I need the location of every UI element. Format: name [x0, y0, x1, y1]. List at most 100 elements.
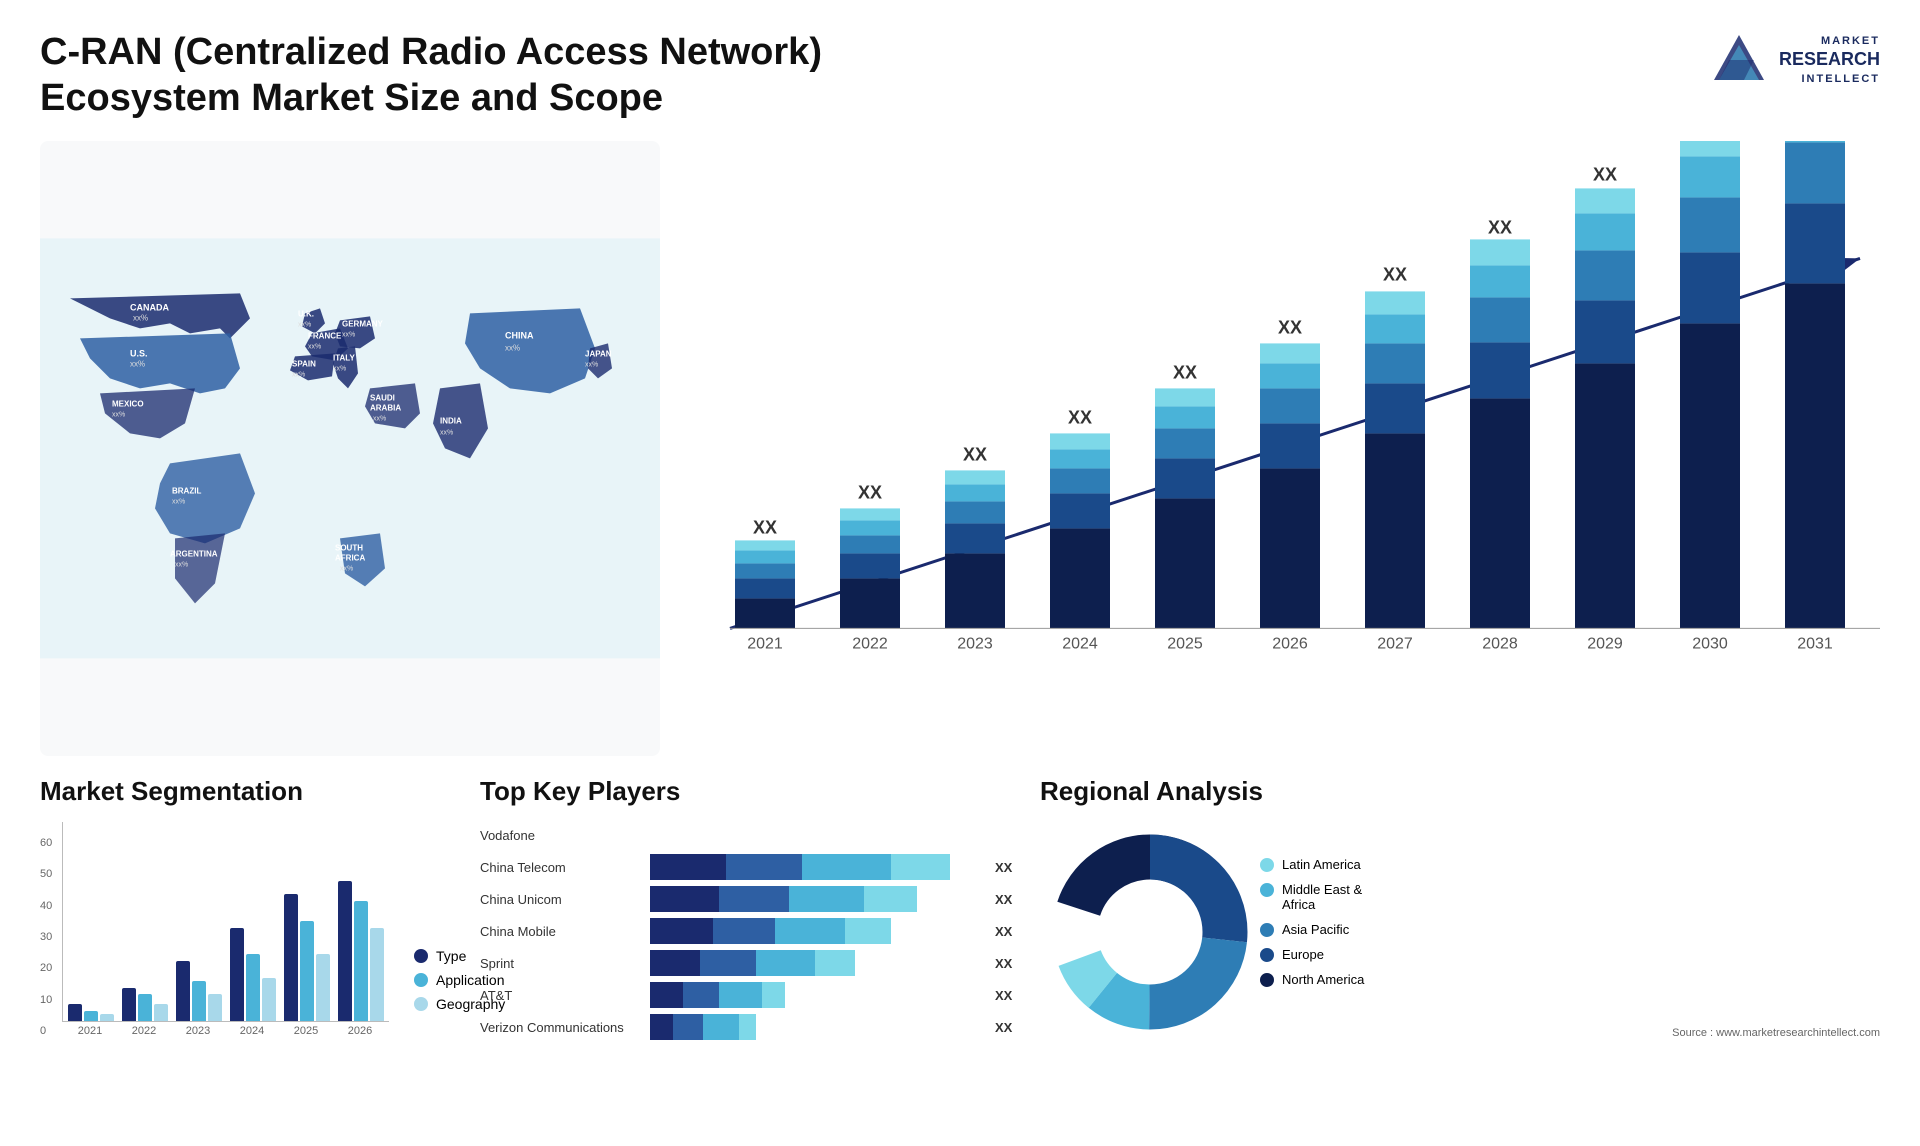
svg-text:2021: 2021 — [747, 636, 783, 653]
legend-asia-pacific: Asia Pacific — [1260, 922, 1364, 937]
bar-type-2021 — [68, 1004, 82, 1021]
logo-text: MARKET RESEARCH INTELLECT — [1779, 34, 1880, 86]
bar-seg4 — [762, 982, 785, 1008]
label-north-america: North America — [1282, 972, 1364, 987]
y-axis: 0 10 20 30 40 50 60 — [40, 837, 62, 1037]
bar-group-2025 — [284, 894, 330, 1021]
svg-text:xx%: xx% — [130, 360, 145, 369]
player-value-china-unicom: XX — [995, 892, 1020, 907]
bar-seg1 — [650, 854, 726, 880]
svg-text:ARGENTINA: ARGENTINA — [170, 550, 218, 559]
bar-seg2 — [683, 982, 719, 1008]
bar-seg2 — [719, 886, 788, 912]
donut-chart — [1040, 822, 1240, 1022]
svg-text:ARABIA: ARABIA — [370, 404, 401, 413]
bar-seg3 — [802, 854, 891, 880]
svg-text:2031: 2031 — [1797, 636, 1833, 653]
bar-seg4 — [864, 886, 917, 912]
bar-seg4 — [891, 854, 950, 880]
player-row-verizon: Verizon Communications XX — [480, 1014, 1020, 1040]
regional-section: Regional Analysis — [1040, 776, 1880, 1116]
svg-text:SPAIN: SPAIN — [292, 360, 316, 369]
svg-text:CHINA: CHINA — [505, 331, 534, 341]
legend-north-america: North America — [1260, 972, 1364, 987]
svg-text:2030: 2030 — [1692, 636, 1728, 653]
legend-middle-east-africa: Middle East &Africa — [1260, 882, 1364, 912]
legend-dot-geography — [414, 997, 428, 1011]
dot-middle-east-africa — [1260, 883, 1274, 897]
svg-text:XX: XX — [1173, 363, 1197, 383]
svg-text:2026: 2026 — [1272, 636, 1308, 653]
svg-text:xx%: xx% — [292, 372, 305, 379]
key-players-section: Top Key Players Vodafone China Telecom — [480, 776, 1020, 1116]
svg-text:AFRICA: AFRICA — [335, 554, 365, 563]
player-name-att: AT&T — [480, 988, 640, 1003]
svg-text:2029: 2029 — [1587, 636, 1623, 653]
svg-text:xx%: xx% — [333, 366, 346, 373]
key-players-title: Top Key Players — [480, 776, 1020, 807]
bar-app-2024 — [246, 954, 260, 1021]
world-map-svg: CANADA xx% U.S. xx% MEXICO xx% BRAZIL xx… — [40, 141, 660, 756]
svg-text:XX: XX — [1278, 318, 1302, 338]
svg-text:xx%: xx% — [298, 322, 311, 329]
bar-seg4 — [739, 1014, 756, 1040]
player-bar-vodafone — [650, 822, 980, 848]
bar-app-2022 — [138, 994, 152, 1021]
bar-type-2025 — [284, 894, 298, 1021]
legend-dot-type — [414, 949, 428, 963]
y-label-20: 20 — [40, 962, 57, 974]
label-europe: Europe — [1282, 947, 1324, 962]
svg-text:XX: XX — [1068, 408, 1092, 428]
player-bar-china-mobile — [650, 918, 980, 944]
svg-text:2024: 2024 — [1062, 636, 1098, 653]
svg-text:xx%: xx% — [440, 430, 453, 437]
bar-seg2 — [700, 950, 756, 976]
player-value-att: XX — [995, 988, 1020, 1003]
y-label-50: 50 — [40, 868, 57, 880]
growth-chart-section: XX XX XX XX — [680, 141, 1880, 756]
donut-svg — [1040, 822, 1260, 1042]
bar-geo-2026 — [370, 928, 384, 1021]
bar-seg1 — [650, 918, 713, 944]
player-row-china-telecom: China Telecom XX — [480, 854, 1020, 880]
svg-text:xx%: xx% — [172, 499, 185, 506]
svg-text:2025: 2025 — [1167, 636, 1203, 653]
bar-group-2021 — [68, 1004, 114, 1021]
svg-text:xx%: xx% — [373, 416, 386, 423]
player-bar-att — [650, 982, 980, 1008]
x-label-2024: 2024 — [229, 1025, 275, 1037]
bar-seg1 — [650, 1014, 673, 1040]
y-label-30: 30 — [40, 931, 57, 943]
regional-legend: Latin America Middle East &Africa Asia P… — [1260, 857, 1364, 987]
logo-area: MARKET RESEARCH INTELLECT — [1709, 30, 1880, 90]
bar-seg1 — [650, 950, 700, 976]
legend-dot-application — [414, 973, 428, 987]
svg-text:U.K.: U.K. — [298, 310, 314, 319]
segmentation-section: Market Segmentation 0 10 20 30 40 50 60 — [40, 776, 460, 1116]
player-row-china-unicom: China Unicom XX — [480, 886, 1020, 912]
player-row-china-mobile: China Mobile XX — [480, 918, 1020, 944]
svg-text:2022: 2022 — [852, 636, 888, 653]
bar-seg2 — [726, 854, 802, 880]
dot-europe — [1260, 948, 1274, 962]
bar-seg4 — [815, 950, 855, 976]
x-label-2021: 2021 — [67, 1025, 113, 1037]
segmentation-title: Market Segmentation — [40, 776, 460, 807]
svg-text:SOUTH: SOUTH — [335, 544, 363, 553]
page-title: C-RAN (Centralized Radio Access Network)… — [40, 30, 840, 121]
svg-text:JAPAN: JAPAN — [585, 350, 612, 359]
svg-text:xx%: xx% — [133, 314, 148, 323]
bar-geo-2023 — [208, 994, 222, 1021]
bar-group-2022 — [122, 988, 168, 1021]
legend-europe: Europe — [1260, 947, 1364, 962]
bar-group-2026 — [338, 881, 384, 1021]
player-bar-china-telecom — [650, 854, 980, 880]
svg-text:SAUDI: SAUDI — [370, 394, 395, 403]
svg-text:FRANCE: FRANCE — [308, 332, 342, 341]
bar-app-2021 — [84, 1011, 98, 1021]
header: C-RAN (Centralized Radio Access Network)… — [40, 30, 1880, 121]
bar-geo-2021 — [100, 1014, 114, 1021]
x-label-2022: 2022 — [121, 1025, 167, 1037]
y-label-0: 0 — [40, 1025, 57, 1037]
logo-line2: RESEARCH — [1779, 48, 1880, 71]
